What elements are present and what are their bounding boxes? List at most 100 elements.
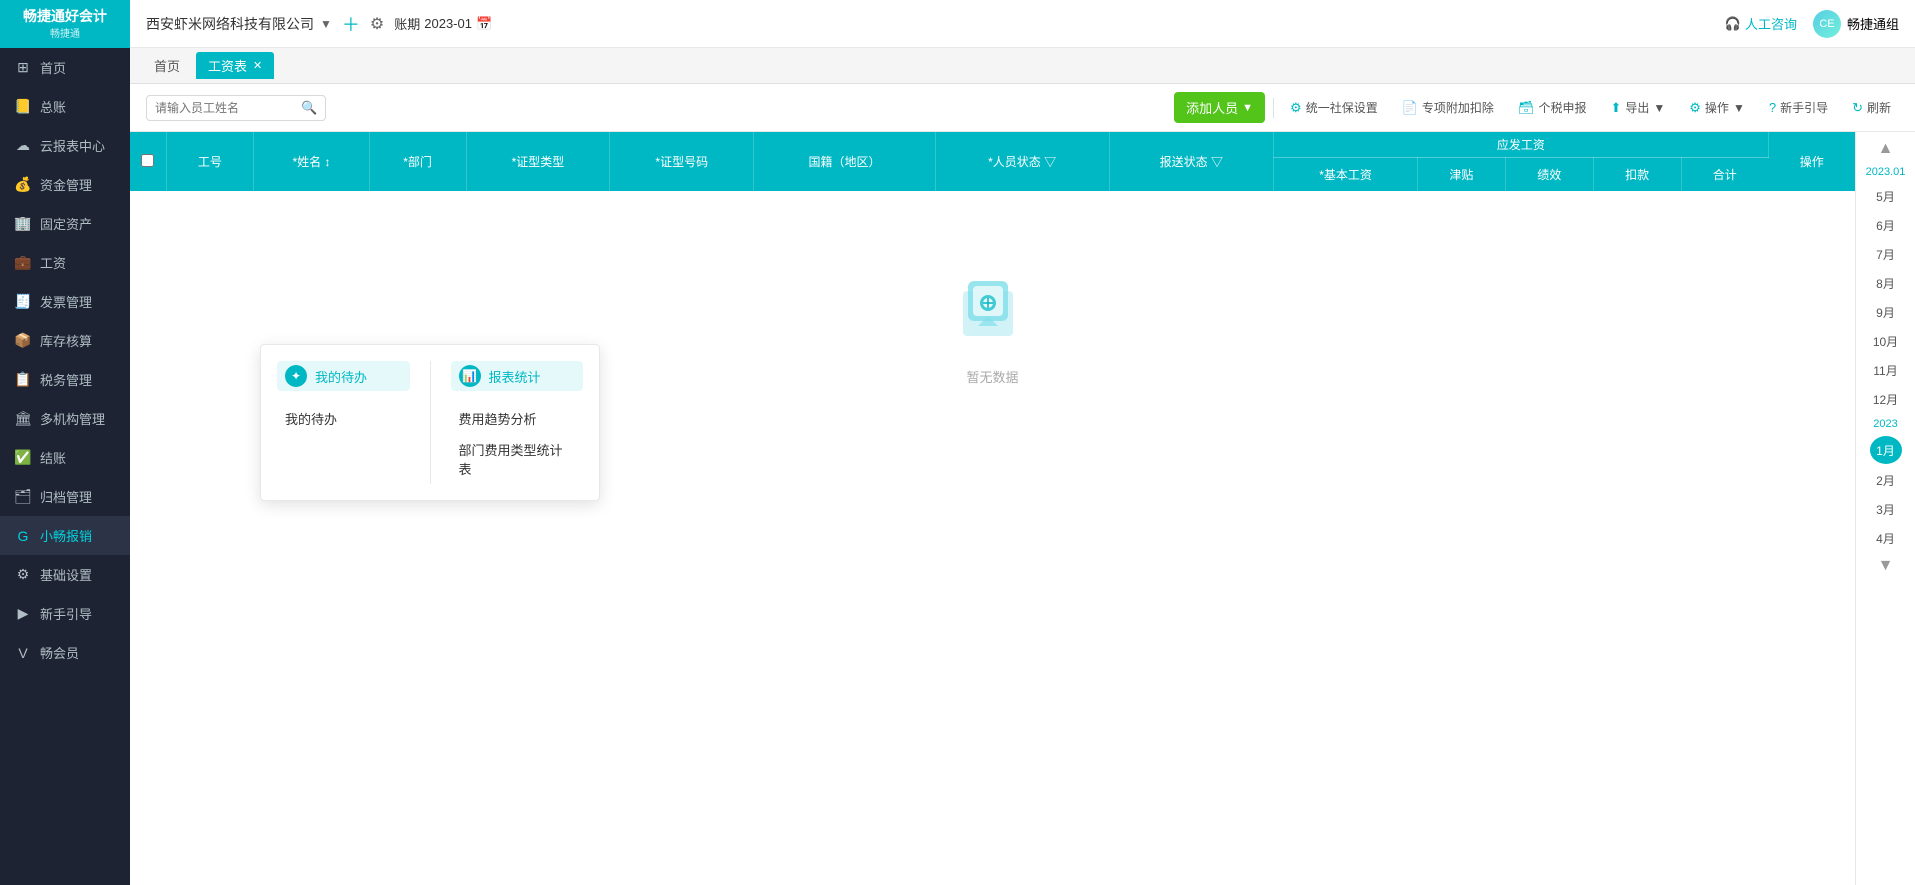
sidebar-item-inventory[interactable]: 📦库存核算 bbox=[0, 321, 130, 360]
month-item-1[interactable]: 1月 bbox=[1870, 436, 1902, 464]
service-label: 人工咨询 bbox=[1745, 14, 1797, 33]
sidebar-icon-general-ledger: 📒 bbox=[14, 98, 32, 115]
toolbar-actions: 添加人员 ▼ ⚙ 统一社保设置 📄 专项附加扣除 🗃 个税申报 ⬆ bbox=[1174, 92, 1899, 123]
month-item-11[interactable]: 11月 bbox=[1856, 356, 1915, 385]
sidebar-item-xiaochang[interactable]: G 小畅报销 bbox=[0, 516, 130, 555]
tab-home-label: 首页 bbox=[154, 56, 180, 75]
sidebar-item-fund-management[interactable]: 💰资金管理 bbox=[0, 165, 130, 204]
cost-trend-label: 费用趋势分析 bbox=[459, 412, 537, 427]
search-input[interactable] bbox=[155, 101, 295, 115]
sidebar-label-payroll: 工资 bbox=[40, 253, 66, 272]
month-nav-down[interactable]: ▼ bbox=[1856, 553, 1915, 579]
personal-tax-button[interactable]: 🗃 个税申报 bbox=[1510, 95, 1595, 120]
sidebar-item-payroll[interactable]: 💼工资 bbox=[0, 243, 130, 282]
my-todo-item[interactable]: 我的待办 bbox=[277, 403, 410, 434]
tab-payroll[interactable]: 工资表 ✕ bbox=[196, 52, 274, 79]
sidebar-item-new-guide[interactable]: ▶新手引导 bbox=[0, 594, 130, 633]
month-item-12[interactable]: 12月 bbox=[1856, 385, 1915, 414]
tabbar: 首页 工资表 ✕ bbox=[130, 48, 1915, 84]
sidebar-label-xiaochang: 小畅报销 bbox=[40, 526, 92, 545]
special-deduction-icon: 📄 bbox=[1402, 100, 1418, 116]
sidebar-label-cloud-reports: 云报表中心 bbox=[40, 136, 105, 155]
company-selector[interactable]: 西安虾米网络科技有限公司 ▼ bbox=[146, 14, 332, 34]
social-insurance-button[interactable]: ⚙ 统一社保设置 bbox=[1282, 95, 1386, 120]
add-company-button[interactable]: ＋ bbox=[342, 11, 360, 37]
sidebar-item-basic-settings[interactable]: ⚙基础设置 bbox=[0, 555, 130, 594]
dept-cost-item[interactable]: 部门费用类型统计表 bbox=[451, 434, 584, 484]
sidebar-item-tax[interactable]: 📋税务管理 bbox=[0, 360, 130, 399]
refresh-button[interactable]: ↻ 刷新 bbox=[1844, 95, 1899, 120]
table-container: 工号 *姓名 ↕ *部门 *证型类型 *证型号码 国籍（地区） *人员状态 ▽ … bbox=[130, 132, 1855, 885]
sidebar-item-general-ledger[interactable]: 📒总账 bbox=[0, 87, 130, 126]
operations-button[interactable]: ⚙ 操作 ▼ bbox=[1681, 95, 1753, 120]
search-box[interactable]: 🔍 bbox=[146, 95, 326, 121]
cost-trend-item[interactable]: 费用趋势分析 bbox=[451, 403, 584, 434]
month-item-6[interactable]: 6月 bbox=[1856, 211, 1915, 240]
sidebar-item-home[interactable]: ⊞首页 bbox=[0, 48, 130, 87]
tab-payroll-label: 工资表 bbox=[208, 56, 247, 75]
headset-icon: 🎧 bbox=[1725, 16, 1741, 32]
sidebar-label-invoice-management: 发票管理 bbox=[40, 292, 92, 311]
th-cert-number: *证型号码 bbox=[610, 132, 754, 191]
logo-text: 畅捷通好会计 bbox=[23, 8, 107, 25]
month-item-8[interactable]: 8月 bbox=[1856, 269, 1915, 298]
popup-col1-header[interactable]: ✦ 我的待办 bbox=[277, 361, 410, 391]
table-toolbar: 🔍 添加人员 ▼ ⚙ 统一社保设置 📄 专项附加扣除 🗃 个税 bbox=[130, 84, 1915, 132]
search-icon: 🔍 bbox=[301, 100, 317, 116]
sidebar-icon-basic-settings: ⚙ bbox=[14, 566, 32, 583]
add-person-button[interactable]: 添加人员 ▼ bbox=[1174, 92, 1265, 123]
my-todo-icon: ✦ bbox=[285, 365, 307, 387]
refresh-icon: ↻ bbox=[1852, 100, 1863, 116]
th-person-status: *人员状态 ▽ bbox=[935, 132, 1109, 191]
sidebar-item-archive[interactable]: 🗂归档管理 bbox=[0, 477, 130, 516]
service-button[interactable]: 🎧 人工咨询 bbox=[1725, 14, 1797, 33]
month-nav-up[interactable]: ▲ bbox=[1856, 136, 1915, 162]
sidebar-item-fixed-assets[interactable]: 🏢固定资产 bbox=[0, 204, 130, 243]
export-label: 导出 bbox=[1625, 99, 1649, 116]
month-item-9[interactable]: 9月 bbox=[1856, 298, 1915, 327]
sidebar-item-cloud-reports[interactable]: ☁云报表中心 bbox=[0, 126, 130, 165]
sidebar-label-close-accounts: 结账 bbox=[40, 448, 66, 467]
dept-cost-label: 部门费用类型统计表 bbox=[459, 443, 563, 477]
month-item-4[interactable]: 4月 bbox=[1856, 524, 1915, 553]
month-item-5[interactable]: 5月 bbox=[1856, 182, 1915, 211]
xiaochang-popup-menu: ✦ 我的待办 我的待办 📊 报表统计 费用趋势分析 bbox=[260, 344, 600, 501]
operations-icon: ⚙ bbox=[1689, 100, 1701, 116]
my-todo-label: 我的待办 bbox=[285, 412, 337, 427]
logo: 畅捷通好会计 畅捷通 bbox=[0, 0, 130, 48]
month-item-2[interactable]: 2月 bbox=[1856, 466, 1915, 495]
select-all-checkbox[interactable] bbox=[141, 154, 154, 167]
popup-col2-header[interactable]: 📊 报表统计 bbox=[451, 361, 584, 391]
th-total: 合计 bbox=[1681, 158, 1768, 192]
th-cert-type: *证型类型 bbox=[466, 132, 610, 191]
sidebar-icon-member: V bbox=[14, 645, 32, 661]
export-button[interactable]: ⬆ 导出 ▼ bbox=[1602, 95, 1673, 120]
sidebar-label-inventory: 库存核算 bbox=[40, 331, 92, 350]
empty-icon bbox=[953, 271, 1033, 351]
new-guide-button[interactable]: ? 新手引导 bbox=[1761, 95, 1836, 120]
sidebar-item-invoice-management[interactable]: 🧾发票管理 bbox=[0, 282, 130, 321]
popup-divider bbox=[430, 361, 431, 484]
user-menu[interactable]: CE 畅捷通组 bbox=[1813, 10, 1899, 38]
year-2023-label: 2023 bbox=[1871, 414, 1899, 434]
th-salary-group: 应发工资 bbox=[1274, 132, 1768, 158]
sidebar-label-new-guide: 新手引导 bbox=[40, 604, 92, 623]
settings-icon[interactable]: ⚙ bbox=[370, 14, 384, 34]
sidebar-icon-xiaochang: G bbox=[14, 528, 32, 544]
month-item-10[interactable]: 10月 bbox=[1856, 327, 1915, 356]
th-name: *姓名 ↕ bbox=[254, 132, 369, 191]
sidebar-item-member[interactable]: V畅会员 bbox=[0, 633, 130, 672]
th-department: *部门 bbox=[369, 132, 466, 191]
tab-home[interactable]: 首页 bbox=[142, 52, 192, 79]
month-item-3[interactable]: 3月 bbox=[1856, 495, 1915, 524]
tab-payroll-close-icon[interactable]: ✕ bbox=[253, 59, 262, 72]
sidebar-label-home: 首页 bbox=[40, 58, 66, 77]
sidebar-item-multi-org[interactable]: 🏛多机构管理 bbox=[0, 399, 130, 438]
sidebar-item-close-accounts[interactable]: ✅结账 bbox=[0, 438, 130, 477]
month-item-7[interactable]: 7月 bbox=[1856, 240, 1915, 269]
sidebar-label-multi-org: 多机构管理 bbox=[40, 409, 105, 428]
special-deduction-label: 专项附加扣除 bbox=[1422, 99, 1494, 116]
calendar-icon[interactable]: 📅 bbox=[476, 16, 492, 32]
special-deduction-button[interactable]: 📄 专项附加扣除 bbox=[1394, 95, 1502, 120]
th-checkbox[interactable] bbox=[130, 132, 166, 191]
